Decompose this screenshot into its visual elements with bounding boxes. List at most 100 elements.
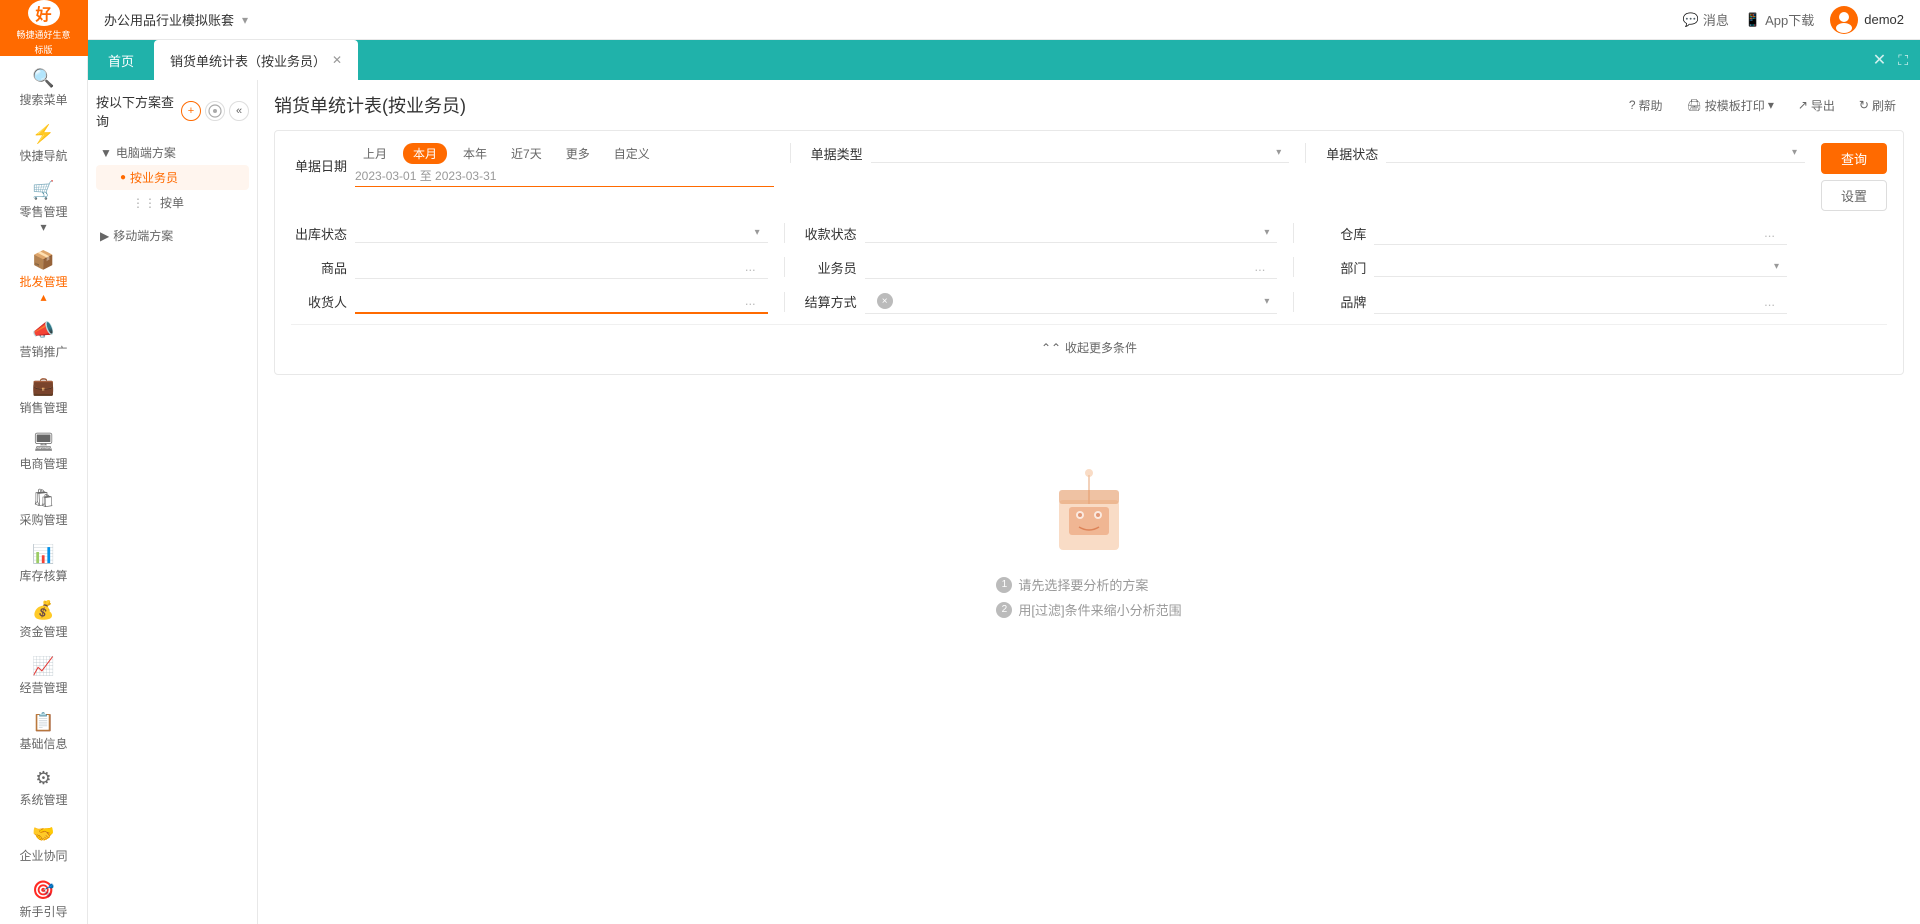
sales-icon: 💼 <box>32 376 54 397</box>
tree-item-by-staff[interactable]: ● 按业务员 <box>96 165 249 190</box>
sidebar-label-ecommerce: 电商管理 <box>19 455 67 472</box>
settlement-dropdown-icon: ▾ <box>1264 296 1269 307</box>
filter-consignee: 收货人 ... <box>291 289 768 314</box>
edit-icon <box>208 104 222 118</box>
tab-home[interactable]: 首页 <box>88 40 154 80</box>
print-dropdown-icon: ▾ <box>1768 98 1774 112</box>
sidebar-nav: 🔍 搜索菜单 ⚡ 快捷导航 🛒 零售管理 ▾ 📦 批发管理 ▴ 📣 营销推广 💼… <box>0 56 87 924</box>
tab-sales-report[interactable]: 销货单统计表（按业务员） ✕ <box>154 40 358 80</box>
logo-subtitle: 标版 <box>34 43 52 56</box>
warehouse-input[interactable]: ... <box>1374 221 1787 245</box>
message-button[interactable]: 💬 消息 <box>1683 10 1729 29</box>
page-title-actions: ? 帮助 🖨 按模板打印 ▾ ↗ 导出 ↻ 刷新 <box>1621 93 1904 118</box>
user-profile[interactable]: demo2 <box>1830 6 1904 34</box>
sidebar-label-marketing: 营销推广 <box>19 343 67 360</box>
settings-button[interactable]: 设置 <box>1821 180 1887 211</box>
filter-brand: 品牌 ... <box>1310 290 1787 314</box>
consignee-dots[interactable]: ... <box>741 293 760 308</box>
product-label: 商品 <box>291 258 347 277</box>
topbar-right: 💬 消息 📱 App下载 demo2 <box>1683 6 1904 34</box>
sidebar-item-system[interactable]: ⚙ 系统管理 <box>0 760 87 816</box>
pc-group-header[interactable]: ▼ 电脑端方案 <box>96 140 249 165</box>
tree-subitem-by-order-label: 按单 <box>160 194 184 211</box>
sidebar-item-basic[interactable]: 📋 基础信息 <box>0 704 87 760</box>
tab-close-icon[interactable]: ✕ <box>332 53 342 67</box>
sidebar-item-operations[interactable]: 📈 经营管理 <box>0 648 87 704</box>
refresh-btn[interactable]: ↻ 刷新 <box>1851 93 1904 118</box>
separator-3 <box>784 223 785 243</box>
sidebar-item-ecommerce[interactable]: 🖥 电商管理 <box>0 424 87 480</box>
separator-8 <box>1293 292 1294 312</box>
sidebar-item-finance[interactable]: 💰 资金管理 <box>0 592 87 648</box>
date-btn-thismonth[interactable]: 本月 <box>403 143 447 164</box>
help-btn[interactable]: ? 帮助 <box>1621 93 1671 118</box>
collapse-section: ⌃⌃ 收起更多条件 <box>291 324 1887 362</box>
mobile-group-header[interactable]: ▶ 移动端方案 <box>96 223 249 248</box>
topbar-left: 办公用品行业模拟账套 ▾ <box>104 10 248 29</box>
staff-label: 业务员 <box>801 258 857 277</box>
sidebar-label-operations: 经营管理 <box>19 679 67 696</box>
content: 按以下方案查询 + « ▼ 电脑端方案 <box>88 80 1920 924</box>
edit-scheme-btn[interactable] <box>205 101 225 121</box>
sidebar-item-quicknav[interactable]: ⚡ 快捷导航 <box>0 116 87 172</box>
user-name: demo2 <box>1864 12 1904 27</box>
product-dots[interactable]: ... <box>741 259 760 274</box>
date-btn-7days[interactable]: 近7天 <box>503 143 550 164</box>
export-btn[interactable]: ↗ 导出 <box>1790 93 1843 118</box>
dept-select[interactable]: ▾ <box>1374 257 1787 277</box>
date-picker: 上月 本月 本年 近7天 更多 自定义 2023-03-01 至 2023-03… <box>355 143 774 187</box>
sidebar-label-retail: 零售管理 <box>19 203 67 220</box>
collect-status-select[interactable]: ▾ <box>865 223 1278 243</box>
out-status-dropdown-icon: ▾ <box>755 227 760 238</box>
add-scheme-btn[interactable]: + <box>181 101 201 121</box>
brand-input[interactable]: ... <box>1374 290 1787 314</box>
sidebar-item-search[interactable]: 🔍 搜索菜单 <box>0 60 87 116</box>
app-download-button[interactable]: 📱 App下载 <box>1745 10 1814 29</box>
date-btn-custom[interactable]: 自定义 <box>606 143 658 164</box>
doc-status-select[interactable]: ▾ <box>1386 143 1805 163</box>
tree-subitem-by-order[interactable]: ⋮⋮ 按单 <box>96 190 249 215</box>
sidebar-item-sales[interactable]: 💼 销售管理 <box>0 368 87 424</box>
separator-6 <box>1293 257 1294 277</box>
topbar-dropdown[interactable]: ▾ <box>242 13 248 27</box>
sidebar-item-inventory[interactable]: 📊 库存核算 <box>0 536 87 592</box>
sidebar-item-marketing[interactable]: 📣 营销推广 <box>0 312 87 368</box>
sidebar-item-wholesale[interactable]: 📦 批发管理 ▴ <box>0 242 87 312</box>
date-btn-lastmonth[interactable]: 上月 <box>355 143 395 164</box>
sidebar-label-search: 搜索菜单 <box>19 91 67 108</box>
main-area: 办公用品行业模拟账套 ▾ 💬 消息 📱 App下载 demo2 首页 <box>88 0 1920 924</box>
print-btn[interactable]: 🖨 按模板打印 ▾ <box>1679 93 1782 118</box>
sidebar-item-purchase[interactable]: 🛍 采购管理 <box>0 480 87 536</box>
collapse-btn[interactable]: ⌃⌃ 收起更多条件 <box>1035 333 1143 362</box>
filter-date: 单据日期 上月 本月 本年 近7天 更多 自定义 2023-03-01 至 20… <box>291 143 774 187</box>
query-button[interactable]: 查询 <box>1821 143 1887 174</box>
right-content: 销货单统计表(按业务员) ? 帮助 🖨 按模板打印 ▾ ↗ 导出 <box>258 80 1920 924</box>
brand-dots[interactable]: ... <box>1760 294 1779 309</box>
settlement-select[interactable]: × ▾ <box>865 289 1278 314</box>
sidebar-item-retail[interactable]: 🛒 零售管理 ▾ <box>0 172 87 242</box>
basic-icon: 📋 <box>32 712 54 733</box>
sidebar-item-cooperation[interactable]: 🤝 企业协同 <box>0 816 87 872</box>
filter-row-2: 出库状态 ▾ 收款状态 ▾ 仓库 <box>291 221 1887 245</box>
left-panel-actions: + « <box>181 101 249 121</box>
marketing-icon: 📣 <box>32 320 54 341</box>
date-range: 2023-03-01 至 2023-03-31 <box>355 167 774 187</box>
filter-area: 单据日期 上月 本月 本年 近7天 更多 自定义 2023-03-01 至 20… <box>274 130 1904 375</box>
date-btn-more[interactable]: 更多 <box>558 143 598 164</box>
staff-input[interactable]: ... <box>865 255 1278 279</box>
window-maximize-btn[interactable]: ⛶ <box>1898 52 1908 69</box>
pc-group-arrow: ▼ <box>100 146 112 160</box>
out-status-select[interactable]: ▾ <box>355 223 768 243</box>
product-input[interactable]: ... <box>355 255 768 279</box>
settlement-tag-close[interactable]: × <box>877 293 893 309</box>
staff-dots[interactable]: ... <box>1251 259 1270 274</box>
doc-type-select[interactable]: ▾ <box>871 143 1290 163</box>
empty-hint-2-text: 用[过滤]条件来缩小分析范围 <box>1018 600 1181 619</box>
warehouse-dots[interactable]: ... <box>1760 225 1779 240</box>
consignee-input[interactable]: ... <box>355 289 768 314</box>
sales-report-tab-label: 销货单统计表（按业务员） <box>170 51 326 70</box>
sidebar-item-guide[interactable]: 🎯 新手引导 <box>0 872 87 924</box>
collapse-panel-btn[interactable]: « <box>229 101 249 121</box>
date-btn-thisyear[interactable]: 本年 <box>455 143 495 164</box>
window-close-btn[interactable]: ✕ <box>1873 50 1886 70</box>
